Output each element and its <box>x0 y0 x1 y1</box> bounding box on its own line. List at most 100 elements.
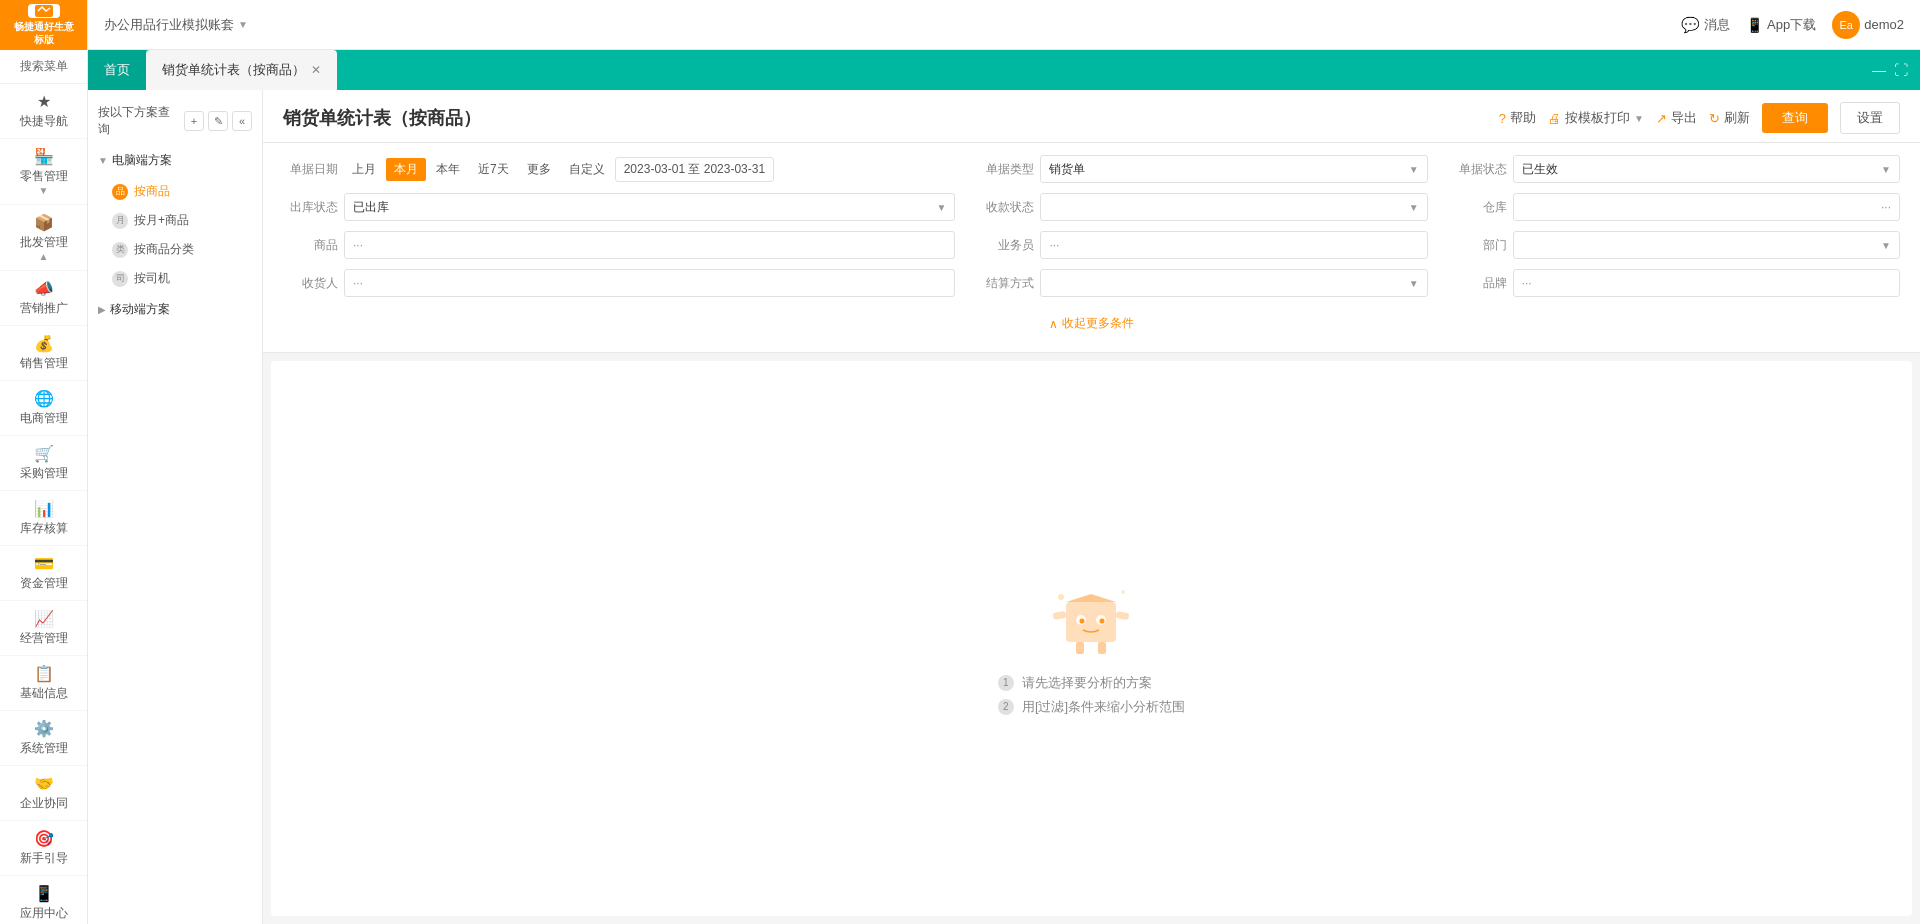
sidebar-item-label: 库存核算 <box>20 520 68 537</box>
settle-control[interactable]: ▼ <box>1040 269 1427 297</box>
sidebar-item-inventory[interactable]: 📊 库存核算 <box>0 491 87 546</box>
user-menu[interactable]: Ea demo2 <box>1832 11 1904 39</box>
recv-status-control[interactable]: ▼ <box>1040 193 1427 221</box>
mobile-scheme-group[interactable]: ▶ 移动端方案 <box>88 297 262 322</box>
sidebar-item-marketing[interactable]: 📣 营销推广 <box>0 271 87 326</box>
sidebar-item-enterprise[interactable]: 🤝 企业协同 <box>0 766 87 821</box>
help-icon: ? <box>1499 111 1506 126</box>
date-tab-custom[interactable]: 自定义 <box>561 158 613 181</box>
sidebar-item-sales[interactable]: 💰 销售管理 <box>0 326 87 381</box>
settings-button[interactable]: 设置 <box>1840 102 1900 134</box>
scheme-item-by-category[interactable]: 类 按商品分类 <box>88 235 262 264</box>
date-range-bar: 上月 本月 本年 近7天 更多 自定义 2023-03-01 至 2023-03… <box>344 157 955 182</box>
product-dots-icon[interactable]: ··· <box>353 238 363 252</box>
minimize-icon[interactable]: — <box>1872 62 1886 78</box>
add-scheme-button[interactable]: + <box>184 111 204 131</box>
user-label: demo2 <box>1864 17 1904 32</box>
brand-control[interactable]: ··· <box>1513 269 1900 297</box>
tab-close-icon[interactable]: ✕ <box>311 63 321 77</box>
logo-icon <box>28 4 60 18</box>
warehouse-label: 仓库 <box>1452 199 1507 216</box>
print-button[interactable]: 🖨 按模板打印 ▼ <box>1548 109 1644 127</box>
out-status-label: 出库状态 <box>283 199 338 216</box>
refresh-button[interactable]: ↻ 刷新 <box>1709 109 1750 127</box>
date-tab-more[interactable]: 更多 <box>519 158 559 181</box>
export-button[interactable]: ↗ 导出 <box>1656 109 1697 127</box>
sidebar-item-quick-nav[interactable]: ★ 快捷导航 <box>0 84 87 139</box>
collapse-panel-button[interactable]: « <box>232 111 252 131</box>
empty-step-1: 1 请先选择要分析的方案 <box>998 674 1185 692</box>
date-tab-7days[interactable]: 近7天 <box>470 158 517 181</box>
scheme-item-by-cashier[interactable]: 司 按司机 <box>88 264 262 293</box>
app-download-button[interactable]: 📱 App下载 <box>1746 16 1816 34</box>
sidebar-item-purchase[interactable]: 🛒 采购管理 <box>0 436 87 491</box>
pc-scheme-group[interactable]: ▼ 电脑端方案 <box>88 148 262 173</box>
filter-date: 单据日期 上月 本月 本年 近7天 更多 自定义 2023-03-01 至 20… <box>283 157 955 182</box>
maximize-icon[interactable]: ⛶ <box>1894 62 1908 78</box>
department-control[interactable]: ▼ <box>1513 231 1900 259</box>
sidebar-item-ecom[interactable]: 🌐 电商管理 <box>0 381 87 436</box>
date-tab-prev-month[interactable]: 上月 <box>344 158 384 181</box>
message-button[interactable]: 💬 消息 <box>1681 16 1730 34</box>
tab-bar-actions: — ⛶ <box>1860 50 1920 90</box>
warehouse-control[interactable]: ··· <box>1513 193 1900 221</box>
tab-active[interactable]: 销货单统计表（按商品） ✕ <box>146 50 337 90</box>
app-name: 畅捷通好生意 <box>14 20 74 33</box>
receiver-control[interactable]: ··· <box>344 269 955 297</box>
pc-scheme-items: 品 按商品 月 按月+商品 类 按商品分类 司 按司机 <box>88 173 262 297</box>
edit-scheme-button[interactable]: ✎ <box>208 111 228 131</box>
sidebar-item-label: 系统管理 <box>20 740 68 757</box>
out-status-control[interactable]: 已出库 ▼ <box>344 193 955 221</box>
purchase-icon: 🛒 <box>34 444 54 463</box>
collapse-bar[interactable]: ∧ 收起更多条件 <box>283 307 1900 340</box>
product-control[interactable]: ··· <box>344 231 955 259</box>
export-icon: ↗ <box>1656 111 1667 126</box>
sidebar-item-retail[interactable]: 🏪 零售管理 ▼ <box>0 139 87 205</box>
scheme-item-by-product[interactable]: 品 按商品 <box>88 177 262 206</box>
chevron-up-icon: ▲ <box>39 251 49 262</box>
salesperson-dots-icon[interactable]: ··· <box>1049 238 1059 252</box>
doc-type-value: 销货单 <box>1049 161 1085 178</box>
salesperson-control[interactable]: ··· <box>1040 231 1427 259</box>
receiver-label: 收货人 <box>283 275 338 292</box>
add-icon: + <box>191 115 197 127</box>
sidebar-item-operation[interactable]: 📈 经营管理 <box>0 601 87 656</box>
step-1-label: 请先选择要分析的方案 <box>1022 674 1152 692</box>
date-label: 单据日期 <box>283 161 338 178</box>
step-2-num: 2 <box>998 699 1014 715</box>
sidebar-item-newbie[interactable]: 🎯 新手引导 <box>0 821 87 876</box>
account-selector[interactable]: 办公用品行业模拟账套 ▼ <box>104 16 248 34</box>
filter-doc-type: 单据类型 销货单 ▼ <box>979 155 1427 183</box>
out-status-value: 已出库 <box>353 199 389 216</box>
receiver-dots-icon[interactable]: ··· <box>353 276 363 290</box>
svg-point-10 <box>1058 594 1064 600</box>
message-label: 消息 <box>1704 16 1730 34</box>
filter-receiver: 收货人 ··· <box>283 269 955 297</box>
warehouse-dots-icon[interactable]: ··· <box>1881 200 1891 214</box>
sidebar-item-system[interactable]: ⚙️ 系统管理 <box>0 711 87 766</box>
sidebar-item-app-center[interactable]: 📱 应用中心 <box>0 876 87 924</box>
sidebar-item-basic[interactable]: 📋 基础信息 <box>0 656 87 711</box>
query-button[interactable]: 查询 <box>1762 103 1828 133</box>
doc-type-control[interactable]: 销货单 ▼ <box>1040 155 1427 183</box>
sidebar-item-label: 营销推广 <box>20 300 68 317</box>
enterprise-icon: 🤝 <box>34 774 54 793</box>
sidebar-item-wholesale[interactable]: 📦 批发管理 ▲ <box>0 205 87 271</box>
brand-dots-icon[interactable]: ··· <box>1522 276 1532 290</box>
app-subtitle: 标版 <box>34 33 54 47</box>
sidebar-item-finance[interactable]: 💳 资金管理 <box>0 546 87 601</box>
date-tab-current-month[interactable]: 本月 <box>386 158 426 181</box>
date-range-input[interactable]: 2023-03-01 至 2023-03-31 <box>615 157 774 182</box>
doc-status-control[interactable]: 已生效 ▼ <box>1513 155 1900 183</box>
scheme-item-by-month-product[interactable]: 月 按月+商品 <box>88 206 262 235</box>
tab-home[interactable]: 首页 <box>88 50 146 90</box>
search-menu[interactable]: 搜索菜单 <box>0 50 87 84</box>
filter-settle: 结算方式 ▼ <box>979 269 1427 297</box>
help-button[interactable]: ? 帮助 <box>1499 109 1536 127</box>
date-tab-current-year[interactable]: 本年 <box>428 158 468 181</box>
svg-rect-1 <box>1066 602 1116 642</box>
wholesale-icon: 📦 <box>34 213 54 232</box>
sidebar-item-label: 资金管理 <box>20 575 68 592</box>
doc-status-arrow-icon: ▼ <box>1881 164 1891 175</box>
scheme-tree: ▼ 电脑端方案 品 按商品 月 按月+商品 类 按商品分类 <box>88 144 262 326</box>
